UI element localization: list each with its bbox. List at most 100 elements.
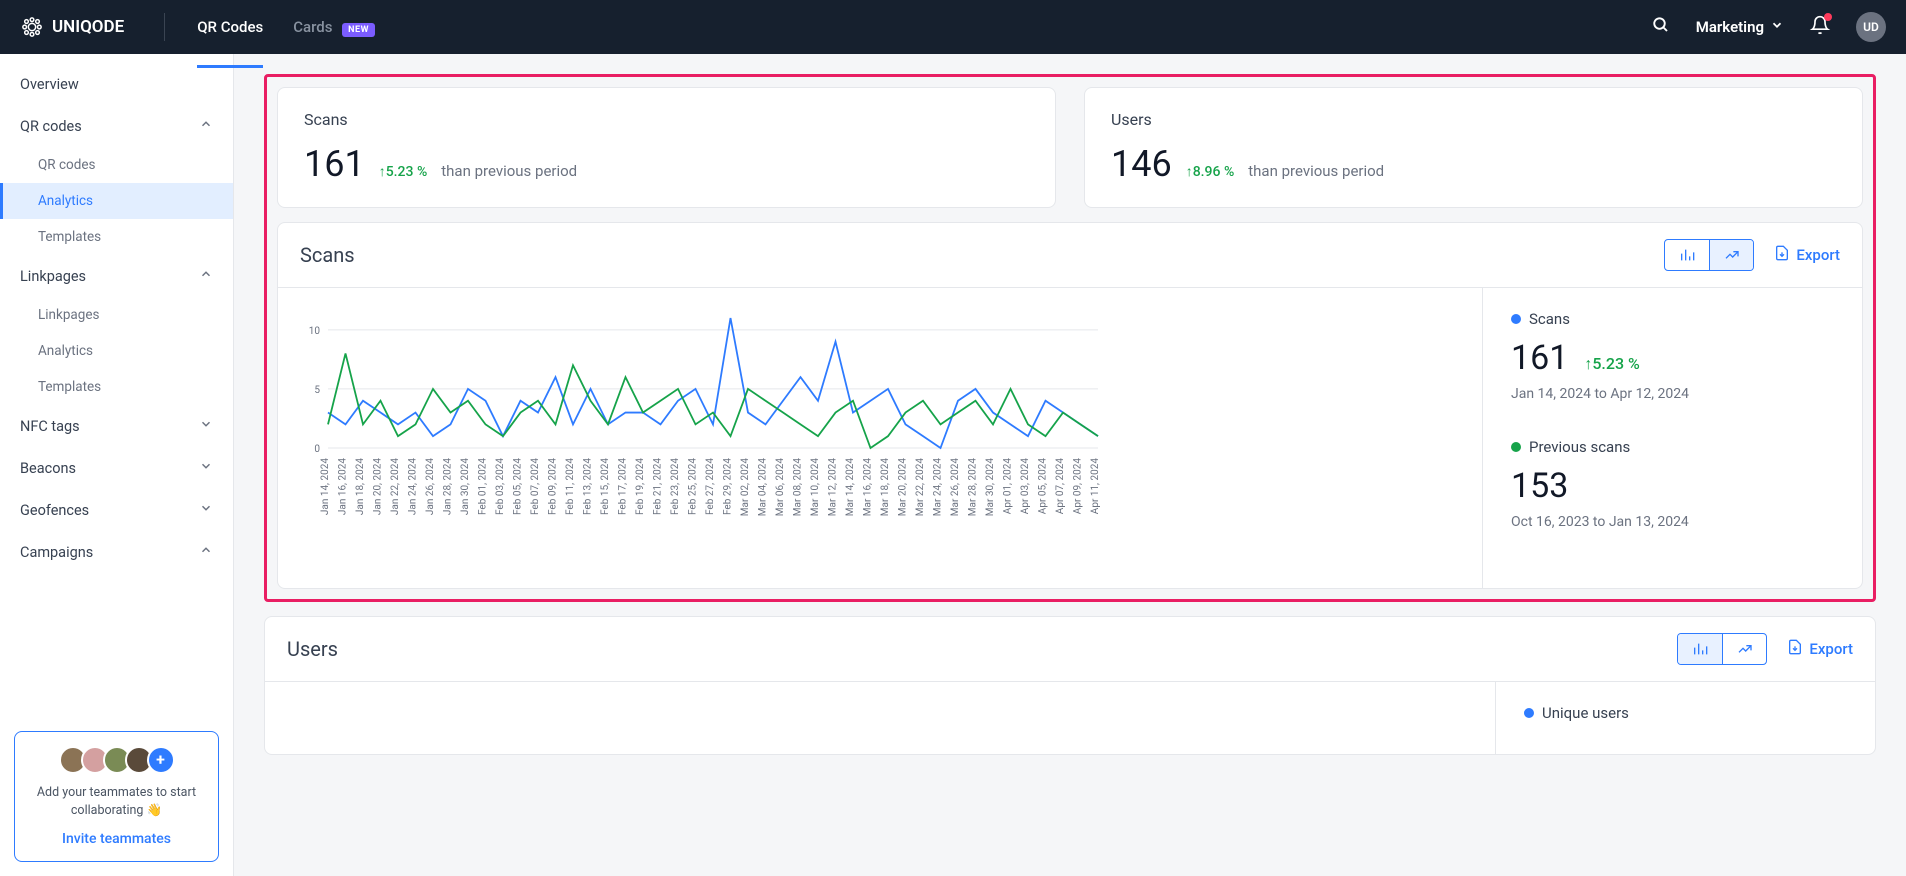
sidebar-overview[interactable]: Overview (0, 64, 233, 105)
bell-icon (1810, 20, 1830, 39)
invite-panel: + Add your teammates to start collaborat… (14, 731, 219, 863)
users-chart-title: Users (287, 637, 338, 661)
svg-text:Feb 21, 2024: Feb 21, 2024 (653, 458, 664, 515)
svg-text:Feb 25, 2024: Feb 25, 2024 (688, 458, 699, 515)
export-button[interactable]: Export (1787, 639, 1853, 659)
scans-chart-legend: Scans 161 5.23 % Jan 14, 2024 to Apr 12,… (1482, 288, 1862, 588)
scans-stat-title: Scans (304, 110, 1029, 129)
users-chart-plot (265, 682, 1495, 754)
nav-cards[interactable]: Cards NEW (293, 18, 375, 52)
svg-text:Mar 24, 2024: Mar 24, 2024 (933, 458, 944, 517)
svg-text:Mar 08, 2024: Mar 08, 2024 (793, 458, 804, 517)
top-nav: QR Codes Cards NEW (197, 18, 375, 36)
legend-previous-label: Previous scans (1529, 438, 1630, 456)
sidebar-qr-codes[interactable]: QR codes (0, 147, 233, 183)
svg-text:Mar 10, 2024: Mar 10, 2024 (810, 458, 821, 517)
users-chart-card: Users Export Unique users (264, 616, 1876, 755)
avatars-row: + (27, 746, 206, 774)
main-content: Scans 161 5.23 % than previous period Us… (234, 54, 1906, 876)
sidebar-geofences-head[interactable]: Geofences (0, 489, 233, 531)
svg-text:Mar 28, 2024: Mar 28, 2024 (968, 458, 979, 517)
brand-text: UNIQODE (52, 17, 124, 37)
svg-text:Jan 30, 2024: Jan 30, 2024 (460, 458, 471, 516)
bar-view-button[interactable] (1665, 240, 1709, 270)
chevron-down-icon (199, 417, 213, 435)
users-stat-change: 8.96 % (1186, 163, 1235, 180)
svg-text:Jan 18, 2024: Jan 18, 2024 (355, 458, 366, 516)
svg-text:Feb 29, 2024: Feb 29, 2024 (723, 458, 734, 515)
notifications-button[interactable] (1810, 15, 1830, 39)
user-avatar[interactable]: UD (1856, 12, 1886, 42)
svg-text:10: 10 (309, 326, 321, 337)
svg-text:Feb 27, 2024: Feb 27, 2024 (705, 458, 716, 515)
legend-current-value: 161 (1511, 338, 1568, 378)
users-stat-card: Users 146 8.96 % than previous period (1084, 87, 1863, 208)
sidebar-campaigns-head[interactable]: Campaigns (0, 531, 233, 573)
sidebar-beacons-head[interactable]: Beacons (0, 447, 233, 489)
add-teammate-button[interactable]: + (147, 746, 175, 774)
arrow-up-icon (379, 164, 386, 180)
sidebar-nfc-head[interactable]: NFC tags (0, 405, 233, 447)
sidebar-linkpages-analytics[interactable]: Analytics (0, 333, 233, 369)
sidebar-qr-analytics[interactable]: Analytics (0, 183, 233, 219)
sidebar-linkpages-head[interactable]: Linkpages (0, 255, 233, 297)
bar-view-button[interactable] (1678, 634, 1722, 664)
legend-previous-value: 153 (1511, 466, 1568, 506)
chevron-down-icon (199, 459, 213, 477)
svg-text:Mar 04, 2024: Mar 04, 2024 (758, 458, 769, 517)
svg-text:Mar 20, 2024: Mar 20, 2024 (898, 458, 909, 517)
chevron-up-icon (199, 543, 213, 561)
scans-stat-change: 5.23 % (379, 163, 428, 180)
brand-icon (20, 15, 44, 39)
svg-text:Feb 13, 2024: Feb 13, 2024 (583, 458, 594, 515)
svg-text:Jan 16, 2024: Jan 16, 2024 (338, 458, 349, 516)
search-icon[interactable] (1652, 16, 1670, 38)
chevron-down-icon (1770, 18, 1784, 36)
line-view-button[interactable] (1709, 240, 1753, 270)
legend-current-label: Scans (1529, 310, 1570, 328)
chart-view-toggle (1664, 239, 1754, 271)
svg-text:Mar 12, 2024: Mar 12, 2024 (828, 458, 839, 517)
svg-text:Feb 11, 2024: Feb 11, 2024 (565, 458, 576, 515)
sidebar-linkpages-templates[interactable]: Templates (0, 369, 233, 405)
scans-stat-context: than previous period (441, 162, 577, 180)
scans-chart-title: Scans (300, 243, 355, 267)
svg-text:Feb 23, 2024: Feb 23, 2024 (670, 458, 681, 515)
export-button[interactable]: Export (1774, 245, 1840, 265)
nav-qr-codes[interactable]: QR Codes (197, 18, 263, 52)
svg-text:Feb 07, 2024: Feb 07, 2024 (530, 458, 541, 515)
invite-text: Add your teammates to start collaboratin… (27, 784, 206, 822)
line-view-button[interactable] (1722, 634, 1766, 664)
svg-text:Feb 17, 2024: Feb 17, 2024 (618, 458, 629, 515)
users-stat-title: Users (1111, 110, 1836, 129)
legend-unique-users-label: Unique users (1542, 704, 1629, 722)
scans-stat-card: Scans 161 5.23 % than previous period (277, 87, 1056, 208)
scans-stat-value: 161 (304, 143, 365, 185)
legend-current-range: Jan 14, 2024 to Apr 12, 2024 (1511, 386, 1834, 402)
legend-current-change: 5.23 % (1584, 354, 1639, 374)
svg-text:Jan 24, 2024: Jan 24, 2024 (408, 458, 419, 516)
org-dropdown[interactable]: Marketing (1696, 18, 1784, 36)
sidebar-qr-head[interactable]: QR codes (0, 105, 233, 147)
brand-logo[interactable]: UNIQODE (20, 15, 124, 39)
sidebar-qr-templates[interactable]: Templates (0, 219, 233, 255)
svg-text:5: 5 (314, 385, 320, 396)
svg-text:Feb 19, 2024: Feb 19, 2024 (635, 458, 646, 515)
svg-text:Mar 06, 2024: Mar 06, 2024 (775, 458, 786, 517)
invite-link[interactable]: Invite teammates (27, 831, 206, 847)
sidebar-linkpages[interactable]: Linkpages (0, 297, 233, 333)
svg-text:Mar 16, 2024: Mar 16, 2024 (863, 458, 874, 517)
svg-text:0: 0 (314, 444, 320, 455)
svg-text:Feb 05, 2024: Feb 05, 2024 (513, 458, 524, 515)
users-stat-value: 146 (1111, 143, 1172, 185)
svg-text:Jan 26, 2024: Jan 26, 2024 (425, 458, 436, 516)
svg-text:Mar 22, 2024: Mar 22, 2024 (915, 458, 926, 517)
svg-text:Feb 15, 2024: Feb 15, 2024 (600, 458, 611, 515)
svg-text:Feb 01, 2024: Feb 01, 2024 (478, 458, 489, 515)
export-icon (1787, 639, 1803, 659)
svg-text:Mar 30, 2024: Mar 30, 2024 (985, 458, 996, 517)
svg-text:Jan 22, 2024: Jan 22, 2024 (390, 458, 401, 516)
new-badge: NEW (342, 23, 375, 37)
svg-text:Mar 18, 2024: Mar 18, 2024 (880, 458, 891, 517)
svg-text:Mar 02, 2024: Mar 02, 2024 (740, 458, 751, 517)
